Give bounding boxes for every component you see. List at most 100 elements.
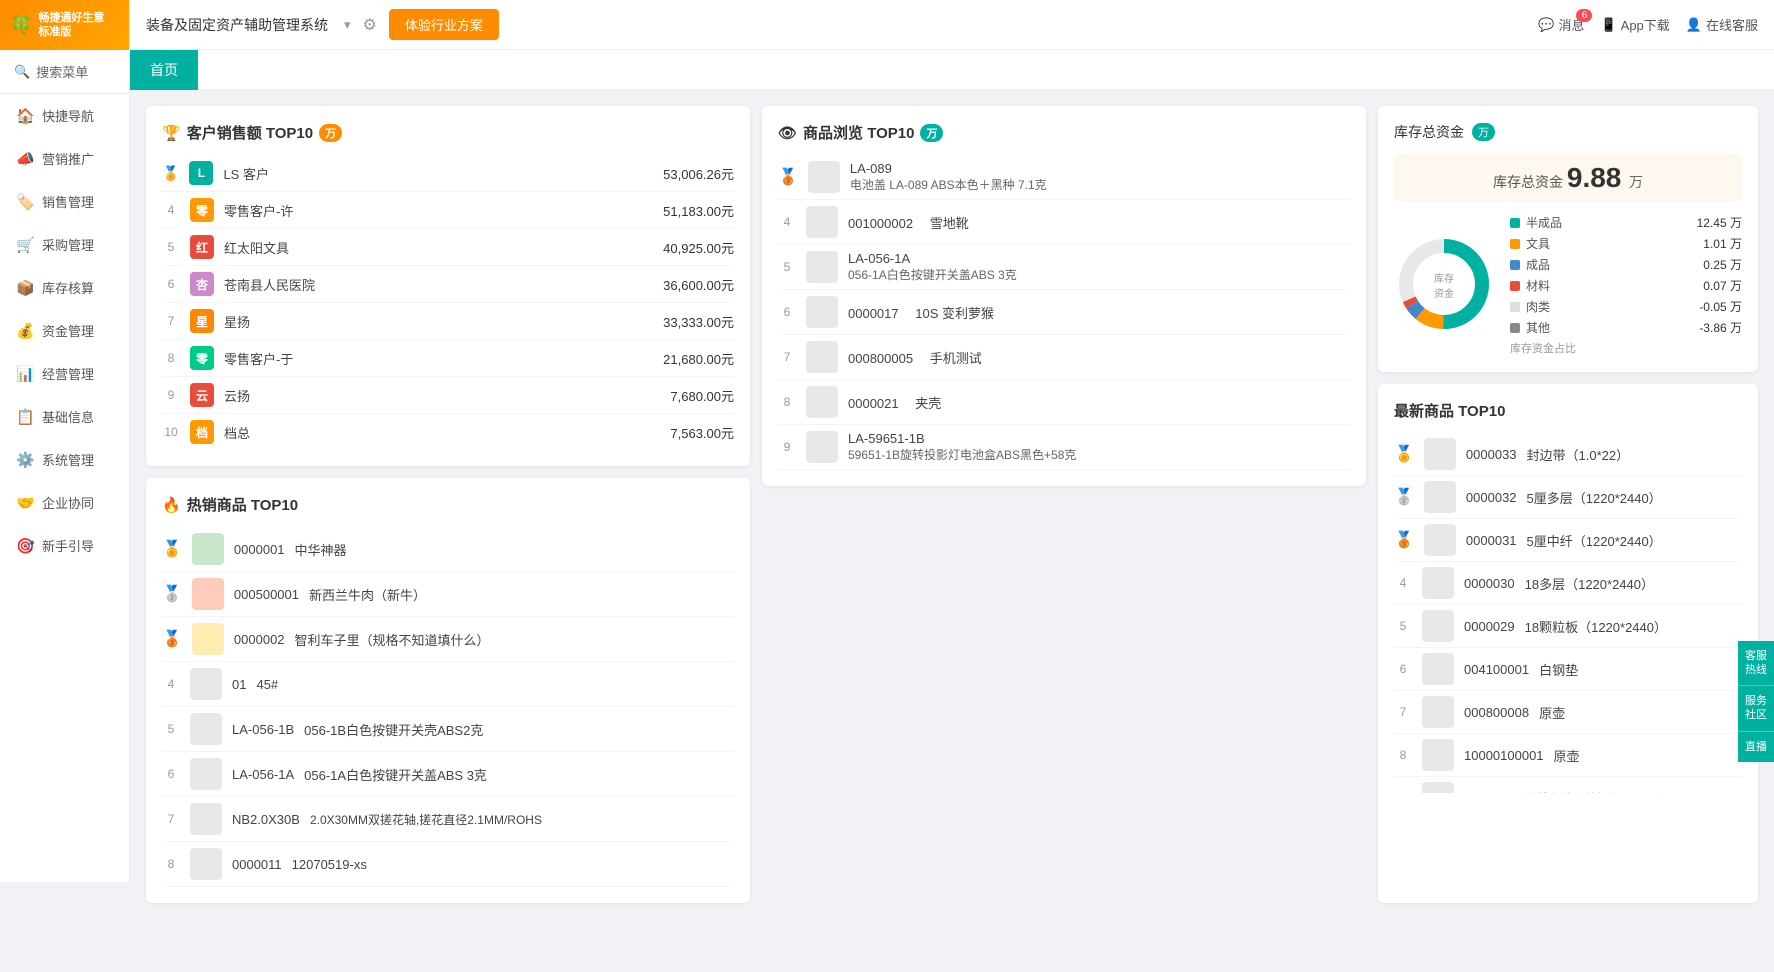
sidebar-item-finance[interactable]: 💰 资金管理 xyxy=(0,309,129,352)
sidebar-item-collab[interactable]: 🤝 企业协同 xyxy=(0,481,129,524)
sidebar-item-basics[interactable]: 📋 基础信息 xyxy=(0,395,129,438)
notification-button[interactable]: 💬 消息 6 xyxy=(1538,15,1584,34)
product-list-item: 8 0000011 12070519-xs xyxy=(162,842,734,887)
legend-item-semifinished: 半成品 12.45 万 xyxy=(1510,214,1742,231)
new-product-item: 8 10000100001 原壶 xyxy=(1394,734,1742,777)
legend-name: 文具 xyxy=(1526,235,1697,252)
donut-chart: 库存资金 xyxy=(1394,234,1494,337)
product-name: 电池盖 LA-089 ABS本色＋黑种 7.1克 xyxy=(850,176,1350,193)
product-code: 0000033 xyxy=(1466,447,1517,462)
product-thumbnail xyxy=(1424,524,1456,556)
product-code: 01 xyxy=(232,677,246,692)
rank-number: 5 xyxy=(778,260,796,274)
float-btn-service[interactable]: 客服热线 xyxy=(1738,641,1774,686)
product-name: 封边带（1.0*22） xyxy=(1527,445,1630,464)
rank-number: 7 xyxy=(162,314,180,328)
sidebar-item-sales[interactable]: 🏷️ 销售管理 xyxy=(0,180,129,223)
trophy-icon: 🏆 xyxy=(162,124,181,142)
product-name: 056-1B白色按键开关壳ABS2克 xyxy=(304,720,483,739)
product-code: NB2.0X30B xyxy=(232,812,300,827)
new-product-item: 7 000800008 原壶 xyxy=(1394,691,1742,734)
rank-number: 6 xyxy=(162,767,180,781)
product-thumbnail xyxy=(1422,782,1454,793)
float-btn-live[interactable]: 直播 xyxy=(1738,731,1774,762)
product-code: 0000031 xyxy=(1466,533,1517,548)
product-name: 5厘中纤（1220*2440） xyxy=(1527,531,1662,550)
customer-top10-card: 🏆 客户销售额 TOP10 万 🏅 L LS 客户 53,006.26元 4 零… xyxy=(146,106,750,466)
rank-number: 5 xyxy=(162,240,180,254)
rank-number: 8 xyxy=(1394,748,1412,762)
hot-products-label: 热销商品 TOP10 xyxy=(187,494,298,515)
search-menu-button[interactable]: 🔍 搜索菜单 xyxy=(10,58,119,85)
product-code: LA-089 xyxy=(850,161,1350,176)
main-content: 🏆 客户销售额 TOP10 万 🏅 L LS 客户 53,006.26元 4 零… xyxy=(130,90,1774,919)
sidebar-item-inventory[interactable]: 📦 库存核算 xyxy=(0,266,129,309)
sidebar-item-operations-label: 经营管理 xyxy=(42,364,94,383)
product-code: 004100001 xyxy=(1464,662,1529,677)
product-thumbnail xyxy=(192,623,224,655)
customer-amount: 51,183.00元 xyxy=(663,201,734,220)
system-icon: ⚙️ xyxy=(16,451,34,469)
product-name: 45# xyxy=(256,677,278,692)
product-thumbnail xyxy=(806,386,838,418)
customer-name: 红太阳文具 xyxy=(224,238,653,257)
product-thumbnail xyxy=(806,296,838,328)
app-version: 标准版 xyxy=(38,25,104,39)
float-btn-community[interactable]: 服务社区 xyxy=(1738,685,1774,731)
product-info: 000800005 手机测试 xyxy=(848,348,1350,367)
customer-name: 零售客户-许 xyxy=(224,201,653,220)
legend-item-material: 材料 0.07 万 xyxy=(1510,277,1742,294)
viewed-product-item: 🥉 LA-089 电池盖 LA-089 ABS本色＋黑种 7.1克 xyxy=(778,155,1350,200)
sidebar-item-operations[interactable]: 📊 经营管理 xyxy=(0,352,129,395)
sidebar-item-guide-label: 新手引导 xyxy=(42,536,94,555)
new-product-item: 4 0000030 18多层（1220*2440） xyxy=(1394,562,1742,605)
system-title: 装备及固定资产辅助管理系统 xyxy=(146,15,328,35)
list-item: 7 星 星扬 33,333.00元 xyxy=(162,303,734,340)
sidebar-item-guide[interactable]: 🎯 新手引导 xyxy=(0,524,129,567)
sidebar-item-marketing[interactable]: 📣 营销推广 xyxy=(0,137,129,180)
medal-bronze-icon: 🥉 xyxy=(162,629,182,649)
list-item: 9 云 云扬 7,680.00元 xyxy=(162,377,734,414)
sales-icon: 🏷️ xyxy=(16,193,34,211)
product-code: 0000017 xyxy=(848,306,912,321)
customer-avatar: 星 xyxy=(190,309,214,333)
notification-icon: 💬 xyxy=(1538,17,1554,33)
marketing-icon: 📣 xyxy=(16,150,34,168)
viewed-product-item: 8 0000021 夹壳 xyxy=(778,380,1350,425)
float-buttons: 客服热线 服务社区 直播 xyxy=(1738,641,1774,762)
notification-badge: 6 xyxy=(1576,9,1592,22)
sidebar-item-navigation[interactable]: 🏠 快捷导航 xyxy=(0,94,129,137)
online-service-button[interactable]: 👤 在线客服 xyxy=(1686,15,1758,34)
sidebar-item-system[interactable]: ⚙️ 系统管理 xyxy=(0,438,129,481)
inventory-total-card: 库存总资金 万 库存总资金 9.88 万 xyxy=(1378,106,1758,372)
product-name: 59651-1B旋转投影灯电池盒ABS黑色+58克 xyxy=(848,446,1350,463)
dropdown-arrow-icon[interactable]: ▾ xyxy=(344,17,351,33)
app-download-label: App下载 xyxy=(1621,15,1670,34)
customer-avatar: 红 xyxy=(190,235,214,259)
product-thumbnail xyxy=(1422,739,1454,771)
donut-legend: 半成品 12.45 万 文具 1.01 万 成品 0.25 万 xyxy=(1510,214,1742,356)
tab-home[interactable]: 首页 xyxy=(130,50,198,90)
viewed-product-item: 7 000800005 手机测试 xyxy=(778,335,1350,380)
product-name: 056-1A白色按键开关盖ABS 3克 xyxy=(304,765,487,784)
sidebar-item-purchase[interactable]: 🛒 采购管理 xyxy=(0,223,129,266)
settings-icon[interactable]: ⚙ xyxy=(363,15,377,35)
app-download-button[interactable]: 📱 App下载 xyxy=(1600,15,1669,34)
product-code: 10000100001 xyxy=(1464,748,1544,763)
new-product-item: 🏅 0000033 封边带（1.0*22） xyxy=(1394,433,1742,476)
legend-dot xyxy=(1510,218,1520,228)
right-panel: 库存总资金 万 库存总资金 9.88 万 xyxy=(1378,106,1758,903)
inventory-amount-label: 库存总资金 xyxy=(1493,174,1567,190)
customer-avatar: 杏 xyxy=(190,272,214,296)
legend-name: 材料 xyxy=(1526,277,1697,294)
product-thumbnail xyxy=(1424,481,1456,513)
inventory-ratio-label: 库存资金占比 xyxy=(1510,340,1742,356)
legend-value: -0.05 万 xyxy=(1699,298,1742,315)
product-thumbnail xyxy=(1422,653,1454,685)
topbar-right: 💬 消息 6 📱 App下载 👤 在线客服 xyxy=(1538,15,1758,34)
customer-avatar: 档 xyxy=(190,420,214,444)
legend-value: 0.07 万 xyxy=(1703,277,1742,294)
product-code: 001000002 xyxy=(848,216,926,231)
guide-icon: 🎯 xyxy=(16,537,34,555)
trial-button[interactable]: 体验行业方案 xyxy=(389,9,499,40)
